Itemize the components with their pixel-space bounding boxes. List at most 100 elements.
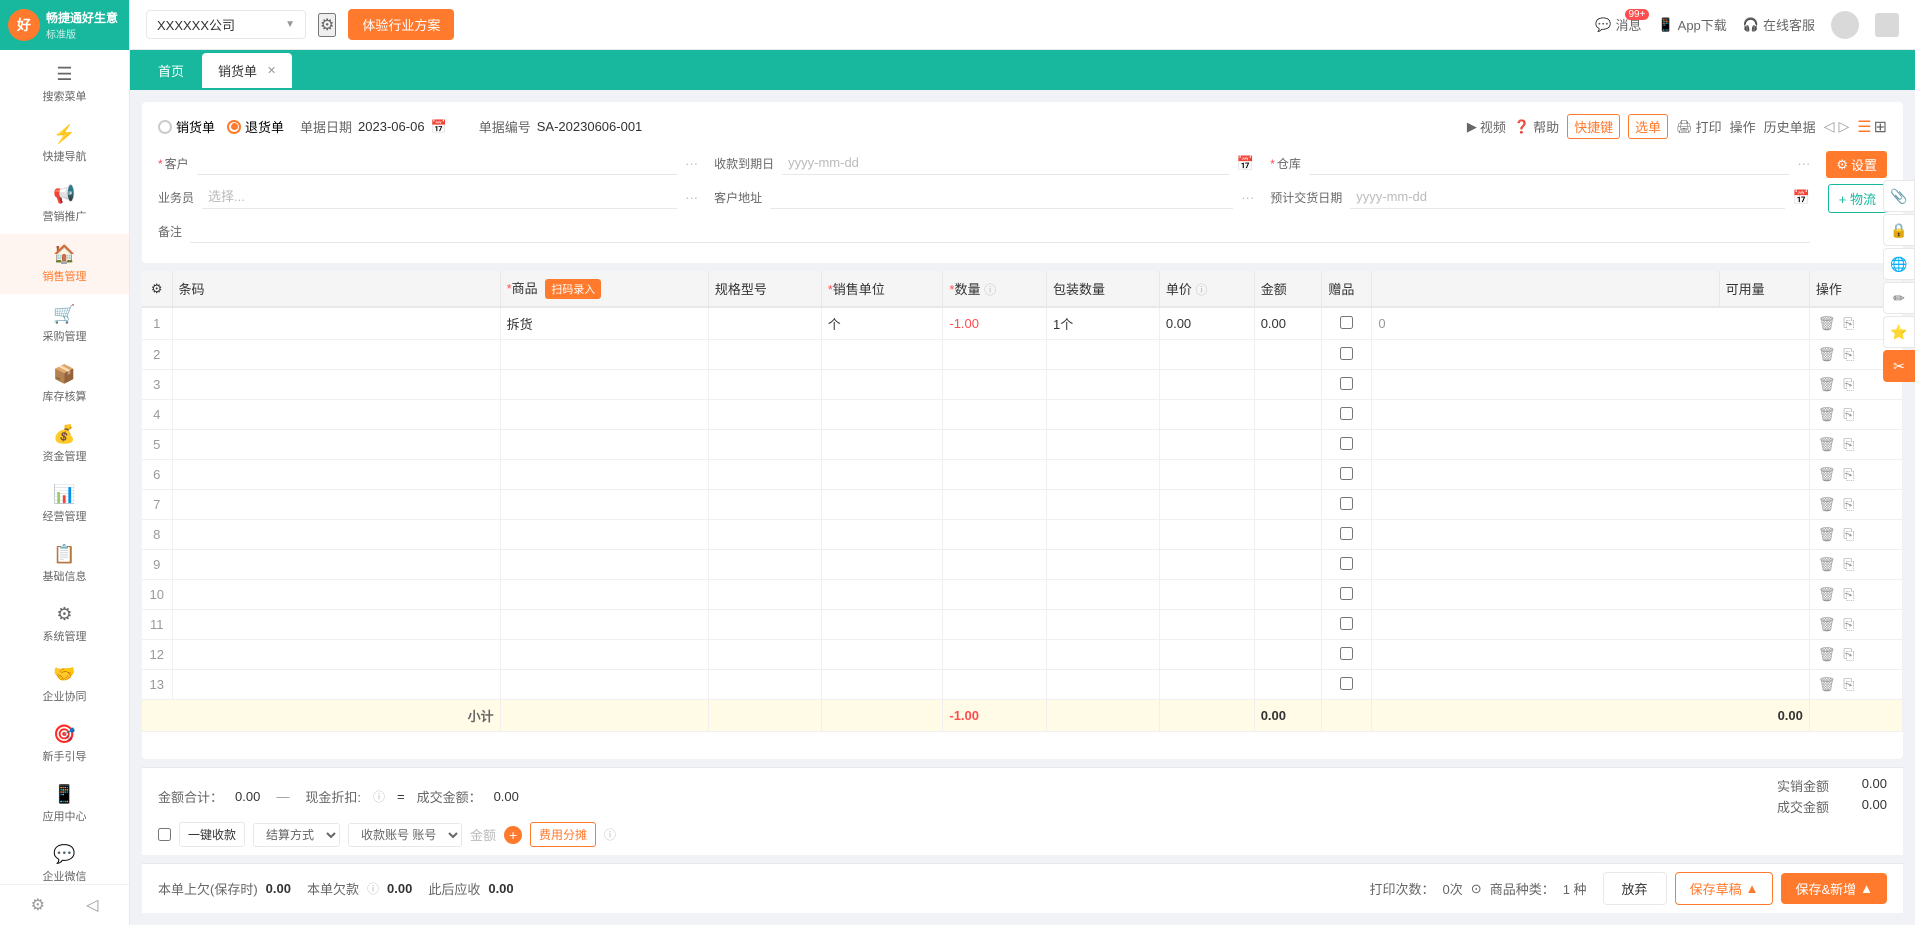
row-goods[interactable] — [500, 610, 708, 640]
float-btn-lock[interactable]: 🔒 — [1883, 214, 1915, 246]
row-barcode[interactable] — [172, 520, 500, 550]
history-btn[interactable]: 历史单据 — [1764, 117, 1816, 136]
payment-calendar-icon[interactable]: 📅 — [1237, 155, 1254, 172]
row-barcode[interactable] — [172, 640, 500, 670]
row-unit[interactable] — [821, 550, 943, 580]
row-pkg-qty[interactable] — [1047, 640, 1160, 670]
row-qty[interactable] — [943, 580, 1047, 610]
delete-row-btn[interactable]: 🗑 — [1818, 466, 1836, 482]
settings-action-btn[interactable]: ⚙ 设置 — [1826, 151, 1887, 178]
row-spec[interactable] — [708, 370, 821, 400]
company-selector[interactable]: XXXXXX公司 ▼ — [146, 10, 306, 39]
row-pkg-qty[interactable] — [1047, 490, 1160, 520]
row-qty[interactable] — [943, 490, 1047, 520]
sidebar-item-guide[interactable]: 🎯 新手引导 — [0, 714, 129, 774]
video-btn[interactable]: ▶ 视频 — [1467, 117, 1506, 136]
sidebar-item-purchase[interactable]: 🛒 采购管理 — [0, 294, 129, 354]
warehouse-dots[interactable]: ··· — [1797, 156, 1810, 171]
row-amount[interactable] — [1254, 610, 1322, 640]
abandon-btn[interactable]: 放弃 — [1603, 872, 1667, 905]
delete-row-btn[interactable]: 🗑 — [1818, 586, 1836, 602]
row-gift[interactable] — [1322, 490, 1372, 520]
delivery-calendar-icon[interactable]: 📅 — [1793, 189, 1810, 206]
row-amount[interactable] — [1254, 670, 1322, 700]
sidebar-item-enterprise-wechat[interactable]: 💬 企业微信 — [0, 834, 129, 884]
row-goods[interactable]: 拆货 — [500, 307, 708, 340]
row-goods[interactable] — [500, 550, 708, 580]
row-qty[interactable] — [943, 460, 1047, 490]
row-pkg-qty[interactable]: 1个 — [1047, 307, 1160, 340]
row-pkg-qty[interactable] — [1047, 460, 1160, 490]
row-spec[interactable] — [708, 520, 821, 550]
notes-input[interactable] — [190, 219, 1810, 243]
calendar-icon[interactable]: 📅 — [431, 119, 447, 135]
delete-row-btn[interactable]: 🗑 — [1818, 315, 1836, 331]
tab-home[interactable]: 首页 — [142, 53, 200, 88]
row-spec[interactable] — [708, 580, 821, 610]
copy-row-btn[interactable]: ⎘ — [1843, 586, 1854, 602]
app-download-btn[interactable]: 📱 App下载 — [1657, 15, 1726, 34]
row-goods[interactable] — [500, 580, 708, 610]
row-gift[interactable] — [1322, 340, 1372, 370]
row-gift[interactable] — [1322, 640, 1372, 670]
row-barcode[interactable] — [172, 610, 500, 640]
delete-row-btn[interactable]: 🗑 — [1818, 346, 1836, 362]
row-goods[interactable] — [500, 670, 708, 700]
row-pkg-qty[interactable] — [1047, 550, 1160, 580]
sidebar-item-operations[interactable]: 📊 经营管理 — [0, 474, 129, 534]
row-pkg-qty[interactable] — [1047, 400, 1160, 430]
row-unit[interactable] — [821, 490, 943, 520]
sidebar-item-finance[interactable]: 💰 资金管理 — [0, 414, 129, 474]
delete-row-btn[interactable]: 🗑 — [1818, 526, 1836, 542]
row-barcode[interactable] — [172, 340, 500, 370]
row-unit[interactable] — [821, 580, 943, 610]
delete-row-btn[interactable]: 🗑 — [1818, 646, 1836, 662]
row-spec[interactable] — [708, 550, 821, 580]
row-goods[interactable] — [500, 490, 708, 520]
customer-input[interactable] — [197, 151, 677, 175]
row-spec[interactable] — [708, 670, 821, 700]
row-amount[interactable] — [1254, 430, 1322, 460]
row-unit[interactable] — [821, 400, 943, 430]
copy-row-btn[interactable]: ⎘ — [1843, 676, 1854, 692]
one-click-payment-btn[interactable]: 一键收款 — [179, 822, 245, 847]
copy-row-btn[interactable]: ⎘ — [1843, 406, 1854, 422]
copy-row-btn[interactable]: ⎘ — [1843, 466, 1854, 482]
row-amount[interactable] — [1254, 550, 1322, 580]
settlement-method-select[interactable]: 结算方式 — [253, 823, 340, 847]
sidebar-item-marketing[interactable]: 📢 营销推广 — [0, 174, 129, 234]
row-unit-price[interactable] — [1159, 550, 1254, 580]
row-qty[interactable] — [943, 370, 1047, 400]
row-qty[interactable] — [943, 640, 1047, 670]
save-draft-btn[interactable]: 保存草稿 ▲ — [1675, 872, 1774, 905]
delete-row-btn[interactable]: 🗑 — [1818, 376, 1836, 392]
row-spec[interactable] — [708, 490, 821, 520]
list-view-btn[interactable]: ☰ — [1857, 117, 1871, 137]
help-btn[interactable]: ❓ 帮助 — [1514, 117, 1559, 136]
row-unit[interactable] — [821, 430, 943, 460]
row-unit[interactable] — [821, 460, 943, 490]
row-barcode[interactable] — [172, 460, 500, 490]
row-unit-price[interactable] — [1159, 400, 1254, 430]
delete-row-btn[interactable]: 🗑 — [1818, 676, 1836, 692]
sidebar-item-sales[interactable]: 🏠 销售管理 — [0, 234, 129, 294]
row-pkg-qty[interactable] — [1047, 340, 1160, 370]
row-unit-price[interactable] — [1159, 610, 1254, 640]
row-unit[interactable] — [821, 610, 943, 640]
sidebar-item-search[interactable]: ☰ 搜索菜单 — [0, 54, 129, 114]
row-barcode[interactable] — [172, 370, 500, 400]
delete-row-btn[interactable]: 🗑 — [1818, 616, 1836, 632]
delete-row-btn[interactable]: 🗑 — [1818, 436, 1836, 452]
row-spec[interactable] — [708, 307, 821, 340]
row-goods[interactable] — [500, 370, 708, 400]
row-gift[interactable] — [1322, 430, 1372, 460]
row-pkg-qty[interactable] — [1047, 610, 1160, 640]
row-spec[interactable] — [708, 460, 821, 490]
row-qty[interactable] — [943, 670, 1047, 700]
message-btn[interactable]: 💬 消息 99+ — [1595, 15, 1641, 34]
fenpai-btn[interactable]: 费用分摊 — [530, 822, 596, 847]
float-btn-note[interactable]: 📎 — [1883, 180, 1915, 212]
row-spec[interactable] — [708, 430, 821, 460]
add-payment-btn[interactable]: + — [504, 826, 522, 844]
row-spec[interactable] — [708, 400, 821, 430]
